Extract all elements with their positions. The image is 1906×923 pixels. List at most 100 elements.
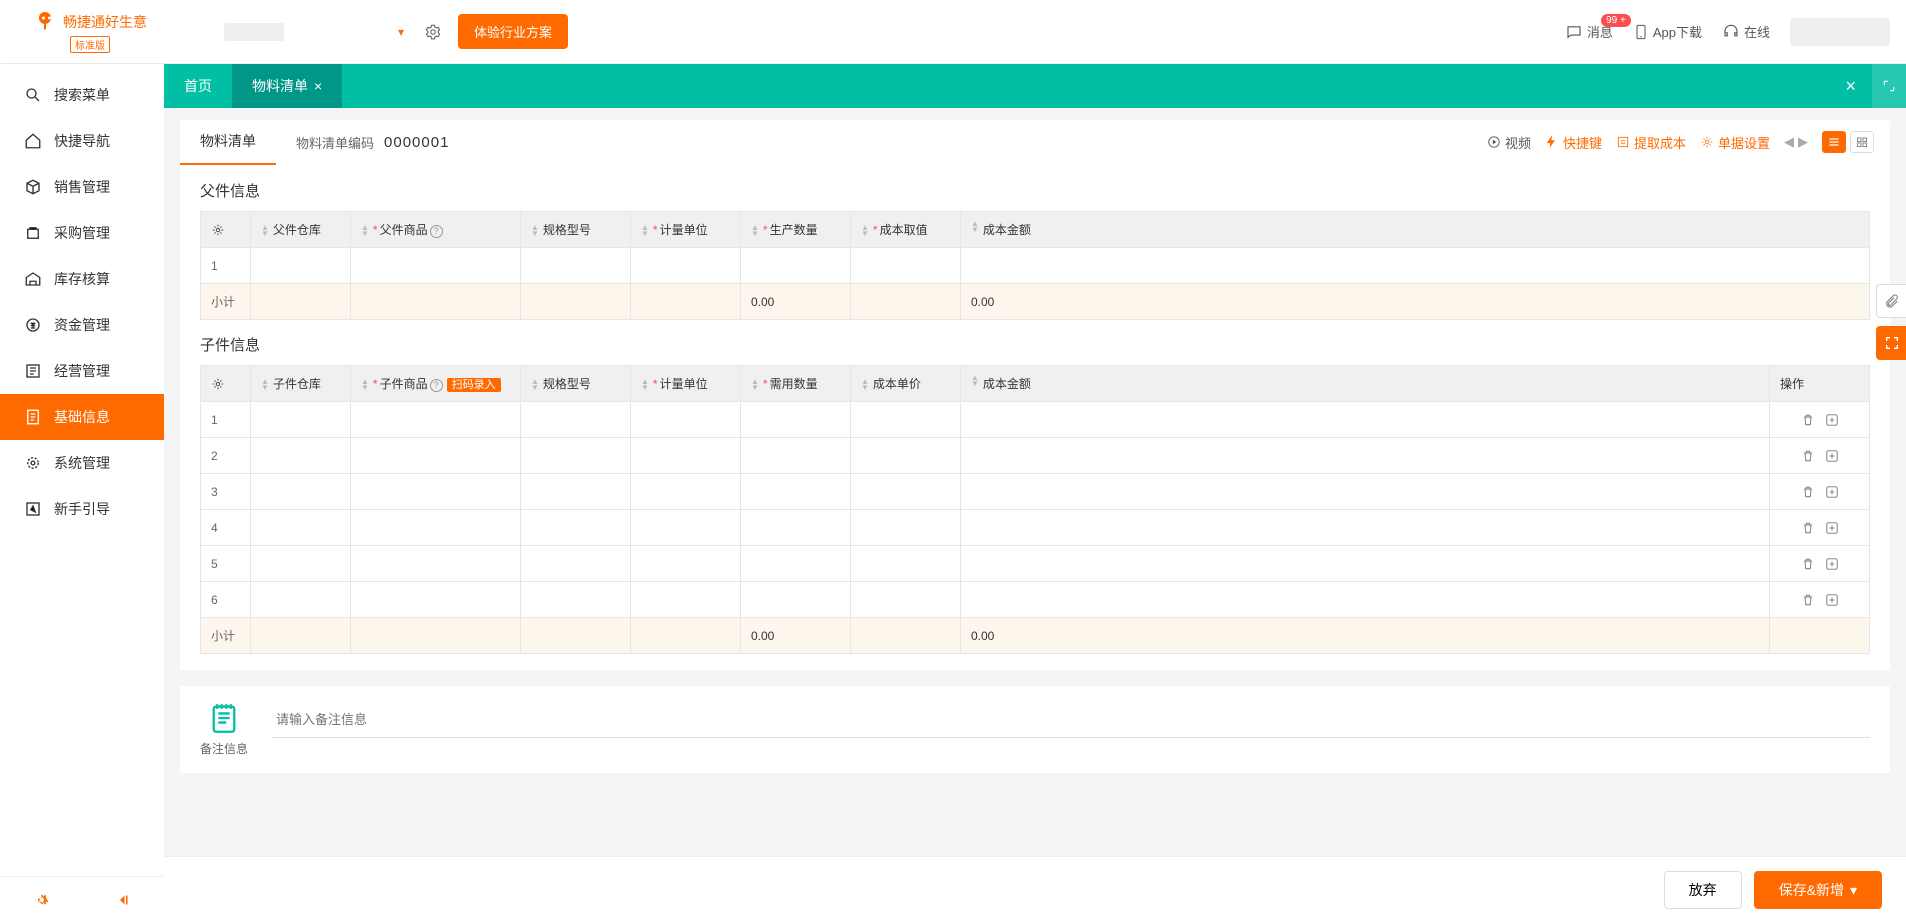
settings-gear-icon[interactable] <box>424 23 442 41</box>
add-row-icon[interactable] <box>1825 557 1839 571</box>
delete-row-icon[interactable] <box>1801 557 1815 571</box>
action-video[interactable]: 视频 <box>1487 133 1531 152</box>
tab-label: 物料清单 <box>252 76 308 96</box>
sidebar-list: 搜索菜单 快捷导航 销售管理 采购管理 库存核算 资金管理 <box>0 64 164 876</box>
delete-row-icon[interactable] <box>1801 485 1815 499</box>
sidebar-item-system[interactable]: 系统管理 <box>0 440 164 486</box>
col-parent-cost-basis[interactable]: ▲▼*成本取值 <box>851 212 961 248</box>
doc-code-label: 物料清单编码 <box>296 133 374 152</box>
parent-row[interactable]: 1 <box>201 248 1870 284</box>
app-header: 畅捷通好生意 标准版 ▾ 体验行业方案 消息 99 + App下载 在线 <box>0 0 1906 64</box>
sidebar-settings-icon[interactable] <box>32 891 50 909</box>
attachment-icon[interactable] <box>1876 284 1906 318</box>
action-shortcut[interactable]: 快捷键 <box>1545 133 1602 152</box>
search-icon <box>24 86 42 104</box>
remark-icon <box>210 702 238 734</box>
child-subtotal-row: 小计 0.00 0.00 <box>201 618 1870 654</box>
col-child-unit-cost[interactable]: ▲▼成本单价 <box>851 366 961 402</box>
messages-link[interactable]: 消息 99 + <box>1565 22 1613 41</box>
help-icon[interactable]: ? <box>430 379 443 392</box>
subtab-bom[interactable]: 物料清单 <box>180 119 276 165</box>
tabs-bar: 首页 物料清单 × × <box>164 64 1906 108</box>
add-row-icon[interactable] <box>1825 449 1839 463</box>
content-scroll[interactable]: 物料清单 物料清单编码 0000001 视频 快捷键 提取成本 <box>164 108 1906 856</box>
sidebar-item-purchase[interactable]: 采购管理 <box>0 210 164 256</box>
float-side <box>1876 284 1906 360</box>
chevron-down-icon: ▾ <box>398 25 404 39</box>
child-table: ▲▼子件仓库 ▲▼*子件商品?扫码录入 ▲▼规格型号 ▲▼*计量单位 ▲▼*需用… <box>200 365 1870 654</box>
next-doc-icon[interactable]: ▶ <box>1798 134 1808 150</box>
child-row[interactable]: 6 <box>201 582 1870 618</box>
app-download-label: App下载 <box>1653 22 1702 41</box>
sidebar-item-search[interactable]: 搜索菜单 <box>0 72 164 118</box>
sidebar: 搜索菜单 快捷导航 销售管理 采购管理 库存核算 资金管理 <box>0 64 164 923</box>
sidebar-item-inventory[interactable]: 库存核算 <box>0 256 164 302</box>
col-child-warehouse[interactable]: ▲▼子件仓库 <box>251 366 351 402</box>
app-download-link[interactable]: App下载 <box>1633 22 1702 41</box>
fullscreen-icon[interactable] <box>1876 326 1906 360</box>
delete-row-icon[interactable] <box>1801 413 1815 427</box>
child-row[interactable]: 1 <box>201 402 1870 438</box>
child-row[interactable]: 5 <box>201 546 1870 582</box>
sidebar-collapse-icon[interactable] <box>114 891 132 909</box>
col-parent-qty[interactable]: ▲▼*生产数量 <box>741 212 851 248</box>
add-row-icon[interactable] <box>1825 593 1839 607</box>
add-row-icon[interactable] <box>1825 413 1839 427</box>
tabs-expand-icon[interactable] <box>1872 64 1906 108</box>
child-row[interactable]: 2 <box>201 438 1870 474</box>
content-actions: 视频 快捷键 提取成本 单据设置 ◀ <box>1487 131 1874 153</box>
delete-row-icon[interactable] <box>1801 521 1815 535</box>
view-list-icon[interactable] <box>1822 131 1846 153</box>
col-child-spec[interactable]: ▲▼规格型号 <box>521 366 631 402</box>
action-extract-cost[interactable]: 提取成本 <box>1616 133 1686 152</box>
save-new-button[interactable]: 保存&新增 ▾ <box>1754 871 1882 909</box>
tab-home[interactable]: 首页 <box>164 64 232 108</box>
sidebar-item-sales[interactable]: 销售管理 <box>0 164 164 210</box>
close-icon[interactable]: × <box>314 78 322 94</box>
col-parent-warehouse[interactable]: ▲▼父件仓库 <box>251 212 351 248</box>
action-doc-settings[interactable]: 单据设置 <box>1700 133 1770 152</box>
tabs-close-all-icon[interactable]: × <box>1829 76 1872 97</box>
company-selector[interactable]: ▾ <box>214 19 414 45</box>
parent-subtotal-row: 小计 0.00 0.00 <box>201 284 1870 320</box>
main-area: 首页 物料清单 × × 物料清单 物料清单编码 0000001 视频 <box>164 64 1906 923</box>
sidebar-item-guide[interactable]: 新手引导 <box>0 486 164 532</box>
col-gear[interactable] <box>201 212 251 248</box>
sidebar-item-business[interactable]: 经营管理 <box>0 348 164 394</box>
help-icon[interactable]: ? <box>430 225 443 238</box>
col-parent-spec[interactable]: ▲▼规格型号 <box>521 212 631 248</box>
tab-bom[interactable]: 物料清单 × <box>232 64 342 108</box>
col-parent-unit[interactable]: ▲▼*计量单位 <box>631 212 741 248</box>
brand-logo-icon <box>33 10 57 34</box>
col-gear[interactable] <box>201 366 251 402</box>
experience-button[interactable]: 体验行业方案 <box>458 14 568 49</box>
col-parent-cost-amount[interactable]: ▲▼成本金额 <box>961 212 1870 248</box>
delete-row-icon[interactable] <box>1801 449 1815 463</box>
col-parent-product[interactable]: ▲▼*父件商品? <box>351 212 521 248</box>
sidebar-item-basic-info[interactable]: 基础信息 <box>0 394 164 440</box>
sidebar-item-finance[interactable]: 资金管理 <box>0 302 164 348</box>
sidebar-item-label: 系统管理 <box>54 453 110 473</box>
child-row[interactable]: 3 <box>201 474 1870 510</box>
online-support-link[interactable]: 在线 <box>1722 22 1770 41</box>
col-child-unit[interactable]: ▲▼*计量单位 <box>631 366 741 402</box>
view-card-icon[interactable] <box>1850 131 1874 153</box>
scan-tag[interactable]: 扫码录入 <box>447 378 501 392</box>
footer-bar: 放弃 保存&新增 ▾ <box>164 856 1906 923</box>
col-child-qty[interactable]: ▲▼*需用数量 <box>741 366 851 402</box>
add-row-icon[interactable] <box>1825 485 1839 499</box>
col-child-cost-amount[interactable]: ▲▼成本金额 <box>961 366 1770 402</box>
discard-button[interactable]: 放弃 <box>1664 871 1742 909</box>
remark-input[interactable] <box>272 702 1870 738</box>
sidebar-item-quicknav[interactable]: 快捷导航 <box>0 118 164 164</box>
parent-table: ▲▼父件仓库 ▲▼*父件商品? ▲▼规格型号 ▲▼*计量单位 ▲▼*生产数量 ▲… <box>200 211 1870 320</box>
add-row-icon[interactable] <box>1825 521 1839 535</box>
col-child-product[interactable]: ▲▼*子件商品?扫码录入 <box>351 366 521 402</box>
sidebar-item-label: 快捷导航 <box>54 131 110 151</box>
child-row[interactable]: 4 <box>201 510 1870 546</box>
delete-row-icon[interactable] <box>1801 593 1815 607</box>
user-avatar-redacted[interactable] <box>1790 18 1890 46</box>
sidebar-item-label: 基础信息 <box>54 407 110 427</box>
home-icon <box>24 132 42 150</box>
prev-doc-icon[interactable]: ◀ <box>1784 134 1794 150</box>
